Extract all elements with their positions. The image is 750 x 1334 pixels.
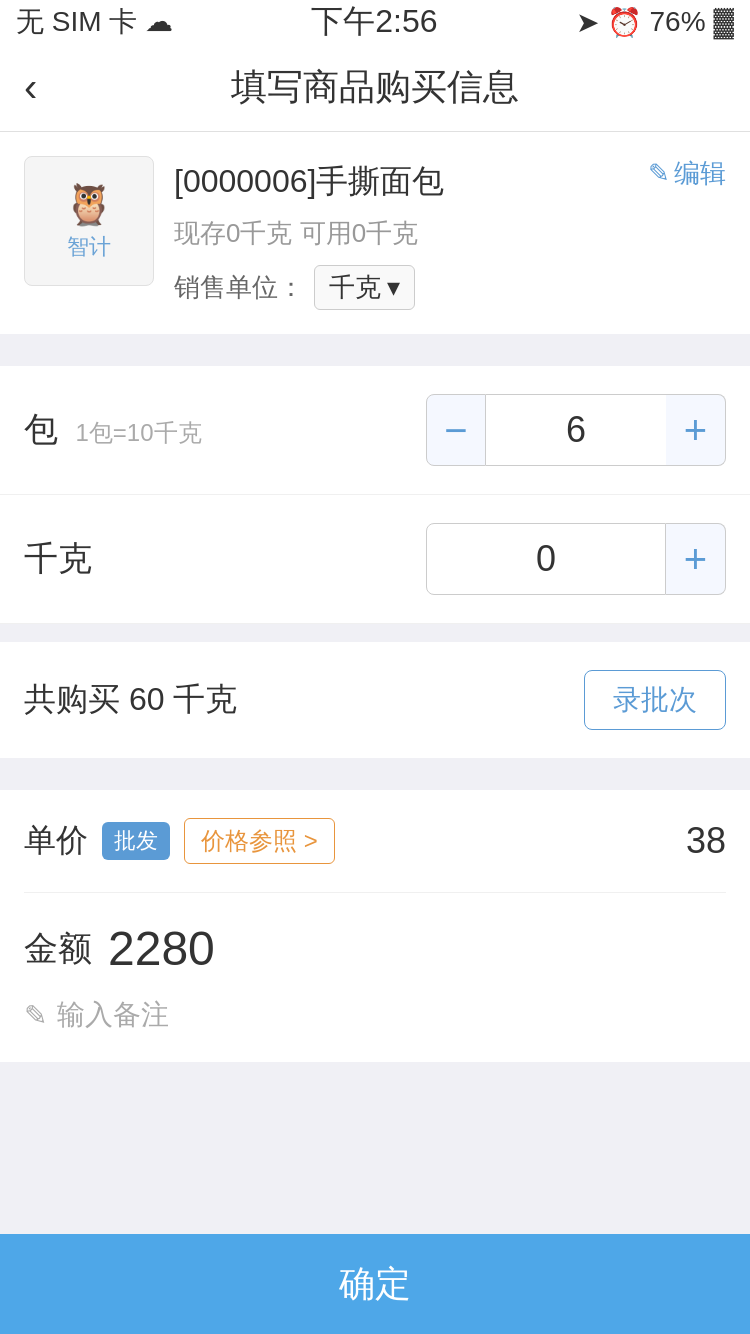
product-unit-row: 销售单位： 千克 ▾	[174, 265, 726, 310]
product-thumbnail-icon: 🦉	[64, 181, 114, 228]
content-spacer	[0, 1062, 750, 1262]
pencil-icon: ✎	[24, 999, 47, 1032]
kg-label: 千克	[24, 536, 426, 582]
edit-label: 编辑	[674, 156, 726, 191]
battery-icon: ▓	[714, 6, 734, 38]
divider-1	[0, 350, 750, 366]
confirm-footer[interactable]: 确定	[0, 1234, 750, 1334]
status-bar: 无 SIM 卡 ☁ 下午2:56 ➤ ⏰ 76% ▓	[0, 0, 750, 44]
page-title: 填写商品购买信息	[231, 63, 519, 112]
price-label: 单价	[24, 819, 88, 863]
back-icon: ‹	[24, 65, 37, 109]
confirm-button[interactable]: 确定	[339, 1260, 411, 1309]
product-info: [0000006]手撕面包 现存0千克 可用0千克 销售单位： 千克 ▾	[174, 156, 726, 310]
divider-2	[0, 626, 750, 642]
package-sub-label: 1包=10千克	[75, 419, 201, 446]
product-thumbnail-label: 智计	[67, 232, 111, 262]
product-image: 🦉 智计	[24, 156, 154, 286]
product-card: 🦉 智计 [0000006]手撕面包 现存0千克 可用0千克 销售单位： 千克 …	[0, 132, 750, 334]
package-quantity-input[interactable]	[486, 394, 666, 466]
unit-chevron-icon: ▾	[387, 272, 400, 303]
location-icon: ➤	[576, 6, 599, 39]
price-row: 单价 批发 价格参照 > 38	[24, 818, 726, 893]
unit-label: 销售单位：	[174, 270, 304, 305]
amount-section: 金额 2280 ✎ 输入备注	[24, 893, 726, 1062]
amount-row: 金额 2280	[24, 921, 726, 976]
remark-row[interactable]: ✎ 输入备注	[24, 996, 726, 1034]
package-section: 包 1包=10千克 − + 千克 +	[0, 366, 750, 624]
unit-selector[interactable]: 千克 ▾	[314, 265, 415, 310]
amount-label: 金额	[24, 926, 92, 972]
package-increase-button[interactable]: +	[666, 394, 726, 466]
status-time: 下午2:56	[311, 0, 437, 44]
batch-button[interactable]: 录批次	[584, 670, 726, 730]
amount-value: 2280	[108, 921, 215, 976]
price-left: 单价 批发 价格参照 >	[24, 818, 335, 864]
kg-quantity-input[interactable]	[426, 523, 666, 595]
batch-tag: 批发	[102, 822, 170, 860]
sim-label: 无 SIM 卡 ☁	[16, 3, 173, 41]
package-quantity-control: − +	[426, 394, 726, 466]
package-label: 包 1包=10千克	[24, 407, 426, 453]
kg-increase-button[interactable]: +	[666, 523, 726, 595]
edit-icon: ✎	[648, 158, 670, 189]
price-ref-button[interactable]: 价格参照 >	[184, 818, 335, 864]
divider-3	[0, 774, 750, 790]
status-right: ➤ ⏰ 76% ▓	[576, 6, 734, 39]
package-row: 包 1包=10千克 − +	[0, 366, 750, 495]
battery-label: 76%	[650, 6, 706, 38]
price-value: 38	[686, 820, 726, 862]
package-decrease-button[interactable]: −	[426, 394, 486, 466]
unit-value: 千克	[329, 270, 381, 305]
back-button[interactable]: ‹	[24, 65, 37, 110]
product-stock: 现存0千克 可用0千克	[174, 216, 726, 251]
price-section: 单价 批发 价格参照 > 38 金额 2280 ✎ 输入备注	[0, 790, 750, 1062]
summary-section: 共购买 60 千克 录批次	[0, 642, 750, 758]
kg-quantity-control: +	[426, 523, 726, 595]
summary-text: 共购买 60 千克	[24, 678, 237, 722]
edit-button[interactable]: ✎ 编辑	[648, 156, 726, 191]
nav-bar: ‹ 填写商品购买信息	[0, 44, 750, 132]
alarm-icon: ⏰	[607, 6, 642, 39]
status-left: 无 SIM 卡 ☁	[16, 3, 173, 41]
kg-row: 千克 +	[0, 495, 750, 624]
remark-placeholder: 输入备注	[57, 996, 169, 1034]
product-name: [0000006]手撕面包	[174, 160, 726, 204]
